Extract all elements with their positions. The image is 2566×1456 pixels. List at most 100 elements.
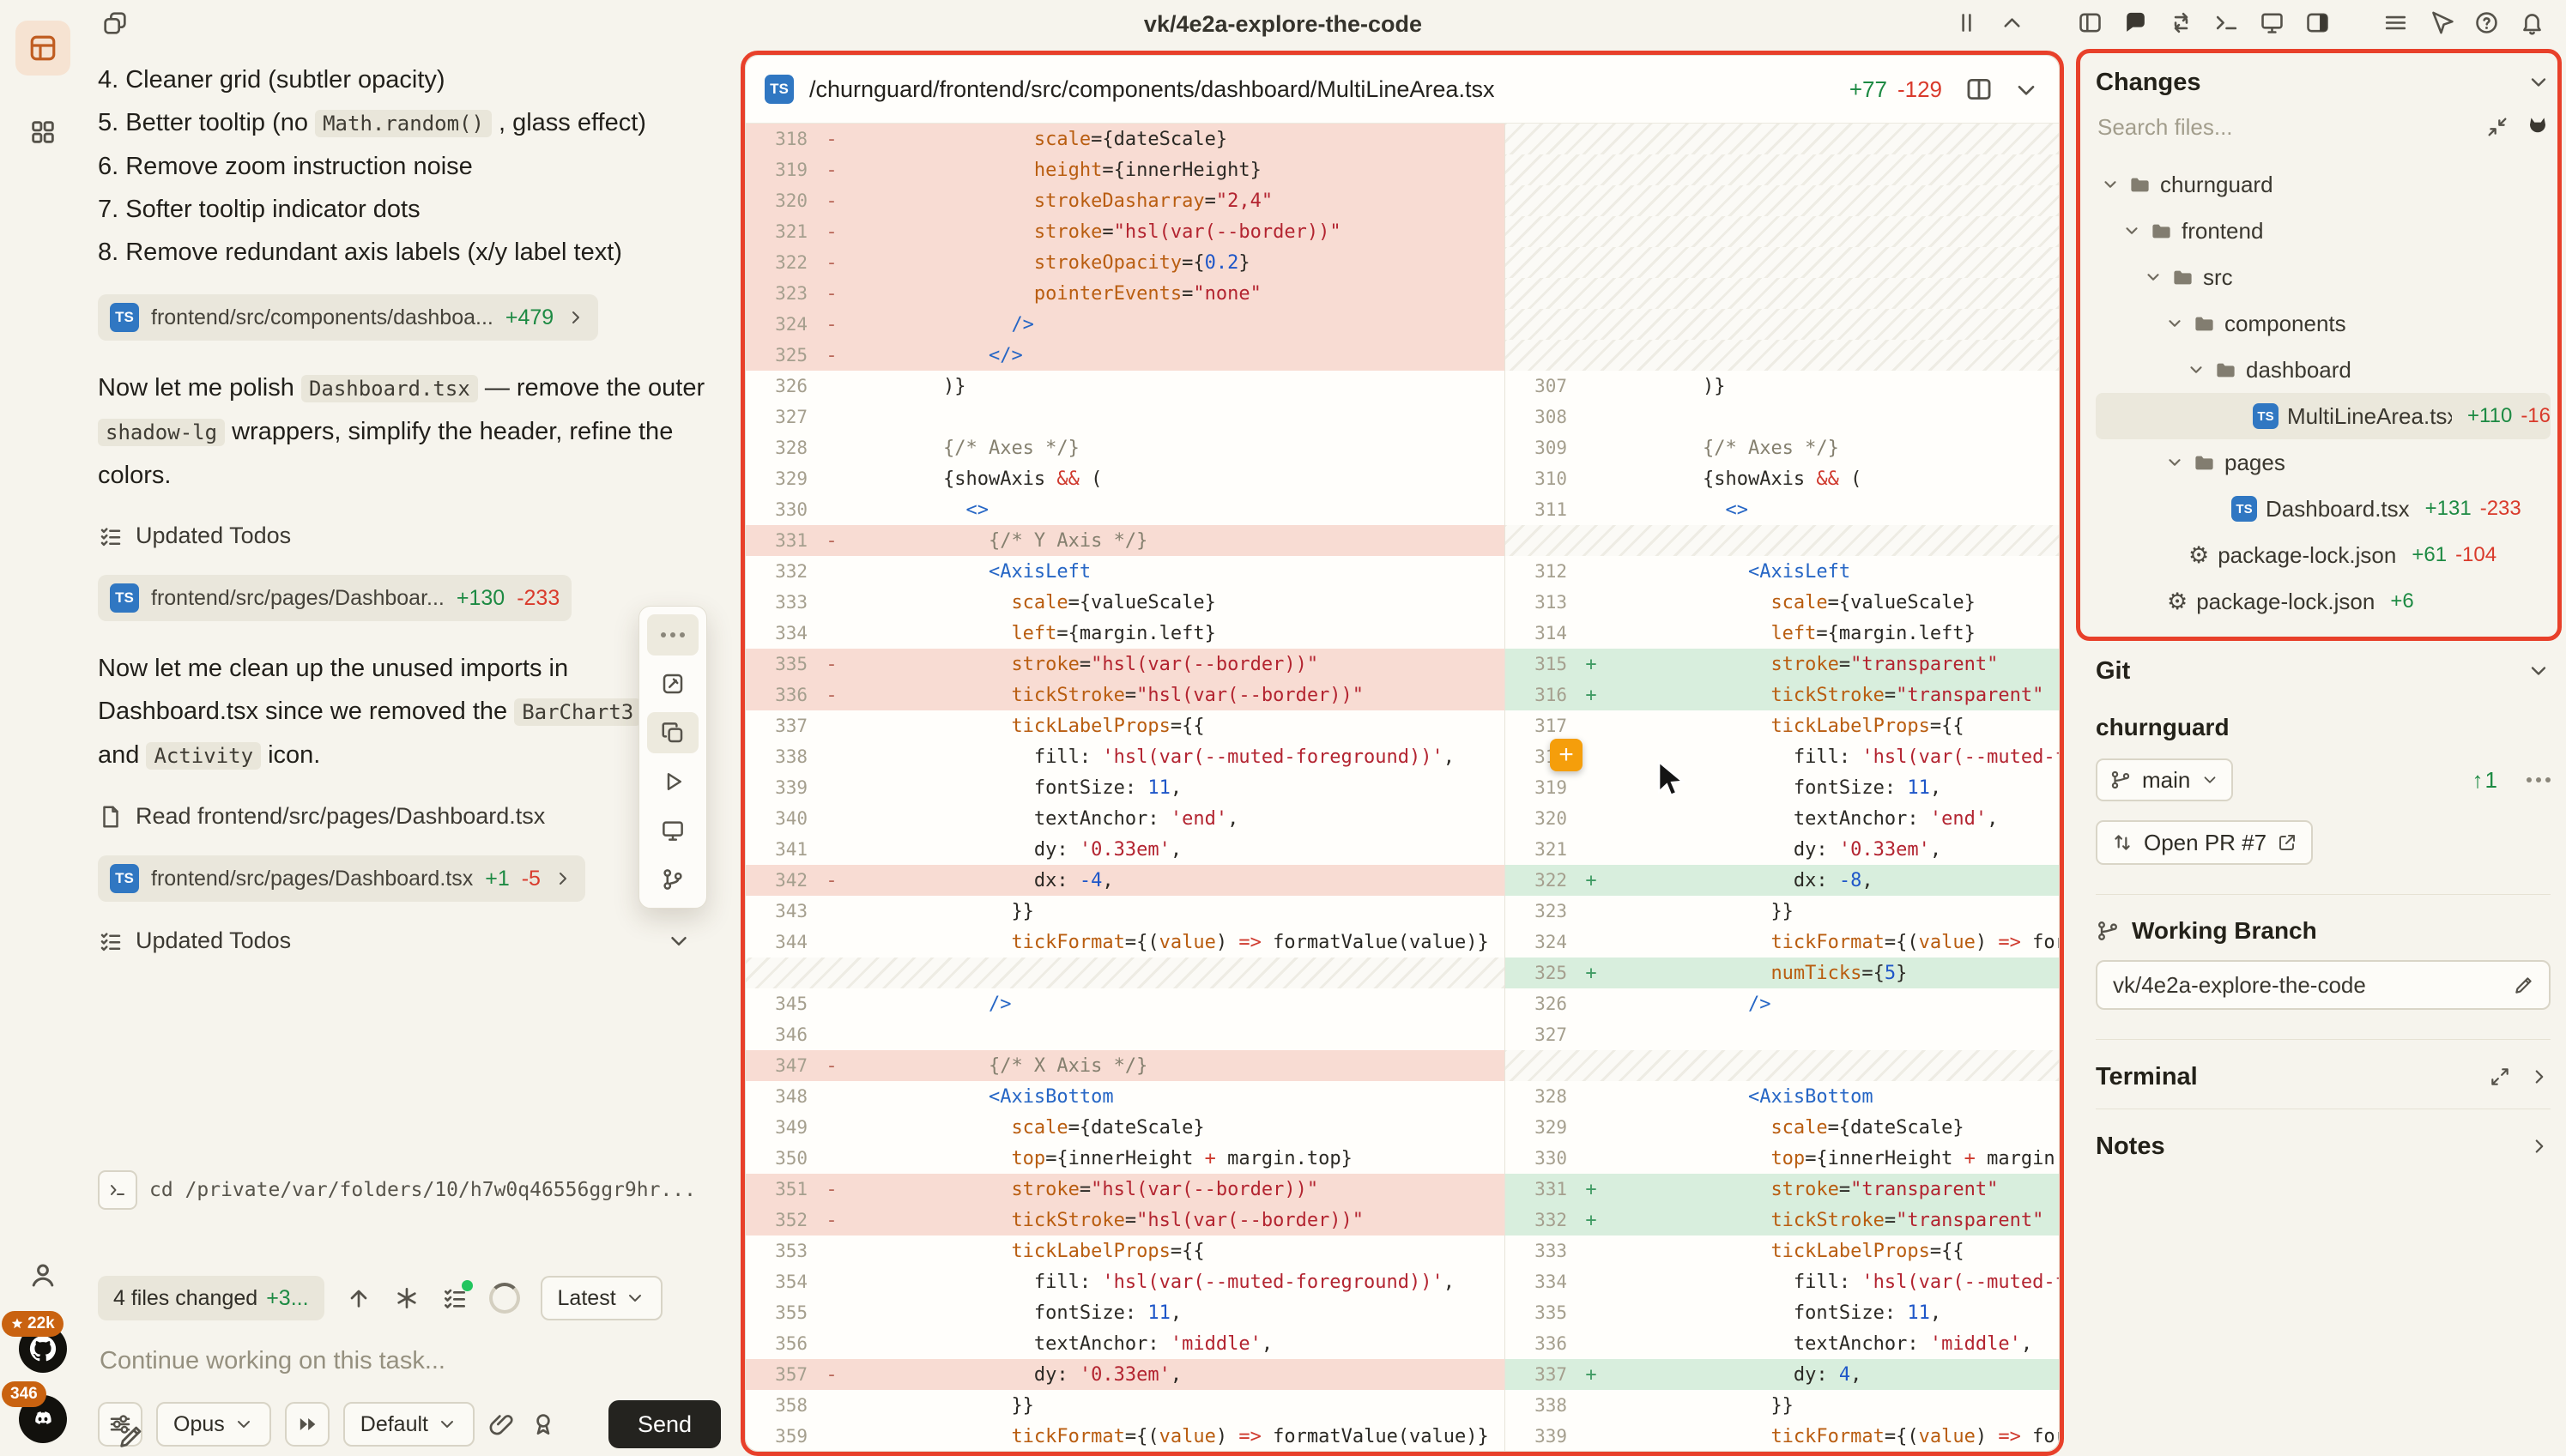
display-button[interactable] [2259,9,2285,36]
file-tree-row[interactable]: components [2096,300,2551,347]
pointer-button[interactable] [2428,9,2454,36]
draft-edit-button[interactable] [112,1421,151,1452]
sparkle-button[interactable] [393,1284,421,1312]
chevron-down-icon[interactable] [2165,453,2184,472]
terminal-button[interactable] [2213,9,2240,36]
branch-selector[interactable]: main [2096,758,2233,801]
branch-row: main ↑1 [2096,758,2551,801]
send-button[interactable]: Send [608,1400,721,1448]
file-change-chip[interactable]: TS frontend/src/components/dashboa... +4… [98,294,598,341]
open-diff-button[interactable] [647,663,699,704]
file-name: Dashboard.tsx [2266,496,2410,523]
working-branch-input[interactable] [2111,971,2513,1000]
latest-label: Latest [558,1286,616,1311]
terminal-section-header[interactable]: Terminal [2096,1054,2551,1100]
diff-code-cell: 337+ dy: 4, [1504,1359,2059,1390]
open-pr-button[interactable]: Open PR #7 [2096,820,2313,865]
diff-row: 320- strokeDasharray="2,4" [746,185,2059,216]
workspace-button[interactable] [15,21,70,76]
chevron-down-icon[interactable] [2144,268,2163,287]
collapse-git-button[interactable] [2527,659,2551,683]
github-button[interactable]: 22k [19,1325,67,1373]
notes-section-header[interactable]: Notes [2096,1123,2551,1169]
cat-toggle-button[interactable] [2525,114,2551,140]
file-tree-row[interactable]: churnguard [2096,161,2551,208]
chat-bubble-button[interactable] [2122,9,2149,36]
diff-row: 344 tickFormat={(value) => formatValue(v… [746,927,2059,958]
chevron-down-icon[interactable] [666,928,692,954]
workspace-icon [27,33,58,63]
chevron-down-icon[interactable] [2122,221,2141,240]
add-comment-button[interactable]: + [1550,739,1583,771]
copy-button[interactable] [647,712,699,753]
diff-code-cell: 351- stroke="hsl(var(--border))" [746,1174,1504,1205]
collapse-button[interactable] [1999,9,2025,36]
open-notes-button[interactable] [2528,1135,2551,1157]
push-ahead-button[interactable]: ↑1 [2467,766,2502,794]
scroll-top-button[interactable] [345,1284,372,1312]
updated-todos-row[interactable]: Updated Todos [98,927,721,954]
tabs-button[interactable] [101,9,129,37]
open-terminal-button[interactable] [2528,1066,2551,1088]
panel-right-button[interactable] [2304,9,2331,36]
git-compare-button[interactable] [2168,9,2194,36]
pause-button[interactable] [1953,9,1980,36]
file-tree-row[interactable]: ⚙package-lock.json+6 [2096,578,2551,625]
diff-code-cell: 320- strokeDasharray="2,4" [746,185,1504,216]
profile-dropdown[interactable]: Default [343,1402,475,1447]
git-more-button[interactable] [2527,777,2551,782]
ts-file-icon: TS [765,75,794,104]
edit-branch-button[interactable] [2513,974,2535,996]
diff-row: 355 fontSize: 11,335 fontSize: 11, [746,1297,2059,1328]
diff-code-cell: 323 }} [1504,896,2059,927]
attach-button[interactable] [488,1411,516,1438]
split-view-button[interactable] [1964,75,1994,104]
file-tree-row[interactable]: TSMultiLineArea.tsx+110-16 [2096,393,2551,439]
notifications-button[interactable] [2519,9,2545,36]
terminal-command-row[interactable]: cd /private/var/folders/10/h7w0q46556ggr… [98,1170,716,1210]
collapse-diff-button[interactable] [2012,76,2040,103]
file-tree-row[interactable]: ⚙package-lock.json+61-104 [2096,532,2551,578]
tasks-status-dot [462,1280,473,1291]
expand-terminal-button[interactable] [2489,1066,2511,1088]
panel-left-button[interactable] [2077,9,2103,36]
preview-button[interactable] [647,810,699,851]
latest-dropdown[interactable]: Latest [541,1276,663,1320]
fast-forward-button[interactable] [285,1402,330,1447]
tasks-button[interactable] [441,1284,469,1312]
more-button[interactable] [647,614,699,656]
collapse-all-button[interactable] [2485,115,2509,139]
file-change-chip[interactable]: TS frontend/src/pages/Dashboar... +130 -… [98,575,572,621]
grid-view-button[interactable] [15,105,70,160]
file-tree-row[interactable]: frontend [2096,208,2551,254]
search-input[interactable] [2096,113,2470,142]
folder-icon [2171,266,2194,289]
diff-code-cell: 327 [746,402,1504,432]
file-tree-row[interactable]: pages [2096,439,2551,486]
discord-button[interactable]: 346 [19,1395,67,1443]
file-tree-row[interactable]: src [2096,254,2551,300]
compare-button[interactable] [647,859,699,900]
diff-code-cell: 323- pointerEvents="none" [746,278,1504,309]
file-tree-row[interactable]: dashboard [2096,347,2551,393]
chevron-down-icon[interactable] [2165,314,2184,333]
badge-button[interactable] [530,1411,557,1438]
collapse-changes-button[interactable] [2527,70,2551,94]
model-dropdown[interactable]: Opus [156,1402,271,1447]
account-button[interactable] [15,1248,70,1302]
run-button[interactable] [647,761,699,802]
prompt-input[interactable] [98,1346,724,1376]
more-icon [661,632,685,637]
menu-button[interactable] [2382,9,2409,36]
file-tree-row[interactable]: TSDashboard.tsx+131-233 [2096,486,2551,532]
chevron-down-icon[interactable] [2187,360,2206,379]
diff-row: 328 {/* Axes */}309 {/* Axes */} [746,432,2059,463]
chevron-down-icon[interactable] [2101,175,2120,194]
additions-count: +110 [2467,404,2512,428]
files-changed-button[interactable]: 4 files changed +3... [98,1276,324,1320]
floating-toolbar [638,606,707,909]
read-file-row[interactable]: Read frontend/src/pages/Dashboard.tsx [98,803,721,830]
updated-todos-row[interactable]: Updated Todos [98,523,721,549]
file-change-chip[interactable]: TS frontend/src/pages/Dashboard.tsx +1 -… [98,855,585,902]
help-button[interactable] [2473,9,2500,36]
